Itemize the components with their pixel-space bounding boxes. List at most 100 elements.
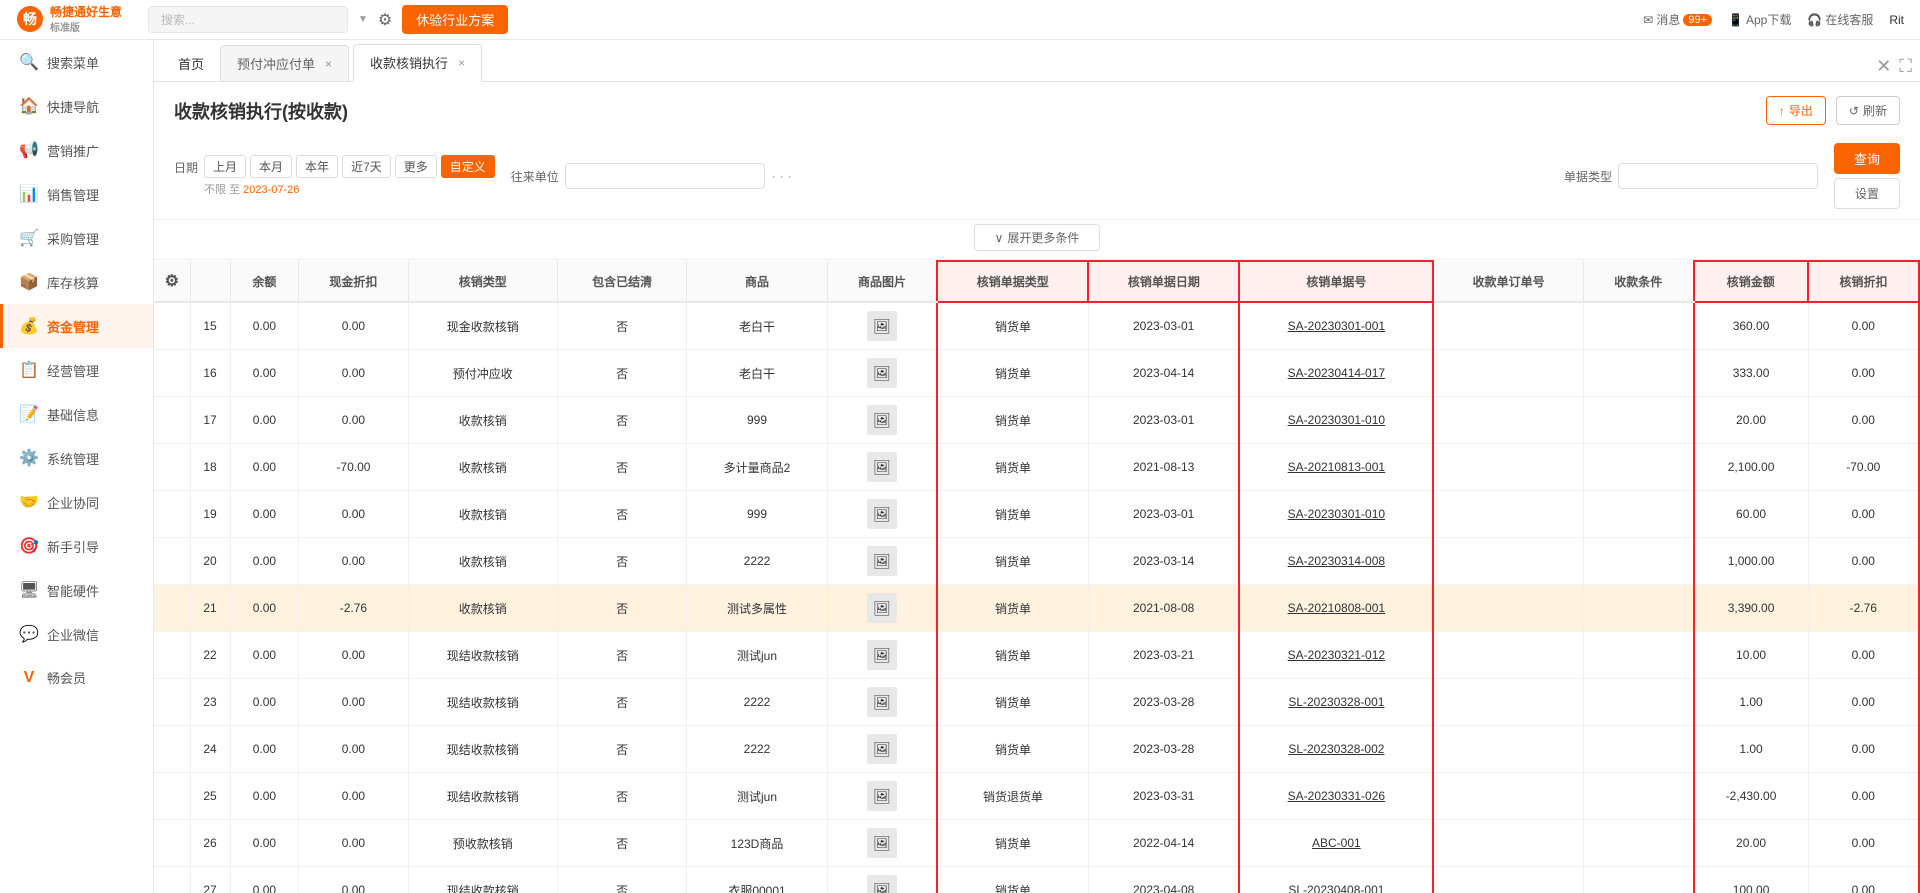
td-writeoff-bill-no[interactable]: SL-20230328-002 bbox=[1239, 726, 1433, 773]
td-balance: 0.00 bbox=[230, 444, 299, 491]
sidebar-item-guide[interactable]: 🎯 新手引导 bbox=[0, 524, 153, 568]
close-tab1-icon[interactable]: × bbox=[325, 57, 332, 71]
table-row: 18 0.00 -70.00 收款核销 否 多计量商品2 🖼 销货单 2021-… bbox=[154, 444, 1919, 491]
tab-writeoff[interactable]: 收款核销执行 × bbox=[353, 44, 482, 82]
basics-icon: 📝 bbox=[19, 404, 39, 424]
export-btn[interactable]: ↑ 导出 bbox=[1766, 96, 1826, 125]
operations-icon: 📋 bbox=[19, 360, 39, 380]
close-window-icon[interactable]: ✕ bbox=[1876, 56, 1891, 77]
td-index: 23 bbox=[190, 679, 230, 726]
sidebar-item-member[interactable]: V 畅会员 bbox=[0, 656, 153, 699]
sidebar-item-system[interactable]: ⚙️ 系统管理 bbox=[0, 436, 153, 480]
sidebar-item-inventory[interactable]: 📦 库存核算 bbox=[0, 260, 153, 304]
date-more[interactable]: 更多 bbox=[395, 155, 437, 178]
filter-partner-group: 往来单位 ··· bbox=[511, 163, 1548, 189]
td-receipt-order-no bbox=[1433, 350, 1583, 397]
tab-prepay[interactable]: 预付冲应付单 × bbox=[220, 45, 349, 81]
td-settings bbox=[154, 773, 190, 820]
sidebar-item-operations[interactable]: 📋 经营管理 bbox=[0, 348, 153, 392]
td-writeoff-bill-no[interactable]: SA-20230301-010 bbox=[1239, 397, 1433, 444]
td-writeoff-amount: 20.00 bbox=[1694, 820, 1809, 867]
messages-badge: 99+ bbox=[1683, 14, 1712, 26]
td-writeoff-type: 收款核销 bbox=[408, 491, 557, 538]
tab-writeoff-label: 收款核销执行 bbox=[370, 53, 448, 72]
sidebar-item-nav[interactable]: 🏠 快捷导航 bbox=[0, 84, 153, 128]
td-receipt-order-no bbox=[1433, 585, 1583, 632]
user-name[interactable]: Rit bbox=[1889, 13, 1904, 27]
td-writeoff-bill-no[interactable]: SA-20210808-001 bbox=[1239, 585, 1433, 632]
settings-btn[interactable]: 设置 bbox=[1834, 178, 1900, 209]
th-cash-discount: 现金折扣 bbox=[299, 261, 408, 302]
date-this-year[interactable]: 本年 bbox=[296, 155, 338, 178]
date-7days[interactable]: 近7天 bbox=[342, 155, 391, 178]
expand-more-btn[interactable]: ∨ 展开更多条件 bbox=[974, 224, 1101, 251]
sidebar-item-collab[interactable]: 🤝 企业协同 bbox=[0, 480, 153, 524]
page-header-actions: ↑ 导出 ↺ 刷新 bbox=[1766, 96, 1900, 125]
td-balance: 0.00 bbox=[230, 397, 299, 444]
td-writeoff-amount: 100.00 bbox=[1694, 867, 1809, 893]
td-product-img: 🖼 bbox=[827, 820, 937, 867]
dropdown-arrow-icon[interactable]: ▼ bbox=[358, 14, 368, 25]
table-row: 23 0.00 0.00 现结收款核销 否 2222 🖼 销货单 2023-03… bbox=[154, 679, 1919, 726]
refresh-btn[interactable]: ↺ 刷新 bbox=[1836, 96, 1900, 125]
td-writeoff-bill-no[interactable]: SL-20230408-001 bbox=[1239, 867, 1433, 893]
sidebar-item-label: 营销推广 bbox=[47, 141, 99, 160]
sidebar-item-finance[interactable]: 💰 资金管理 bbox=[0, 304, 153, 348]
sidebar-item-hardware[interactable]: 🖥 智能硬件 bbox=[0, 568, 153, 612]
sidebar-item-basics[interactable]: 📝 基础信息 bbox=[0, 392, 153, 436]
industry-btn[interactable]: 休验行业方案 bbox=[402, 5, 508, 34]
sidebar-item-purchase[interactable]: 🛒 采购管理 bbox=[0, 216, 153, 260]
td-writeoff-bill-no[interactable]: SA-20230321-012 bbox=[1239, 632, 1433, 679]
td-product-img: 🖼 bbox=[827, 538, 937, 585]
messages-btn[interactable]: ✉ 消息 99+ bbox=[1643, 11, 1712, 28]
expand-window-icon[interactable]: ⛶ bbox=[1899, 56, 1912, 77]
td-writeoff-type: 现结收款核销 bbox=[408, 726, 557, 773]
td-writeoff-bill-date: 2023-04-14 bbox=[1088, 350, 1239, 397]
td-receipt-order-no bbox=[1433, 679, 1583, 726]
gear-icon[interactable]: ⚙ bbox=[378, 10, 392, 30]
table-container[interactable]: ⚙ 余额 现金折扣 核销类型 包含已结清 商品 商品图片 核销单据类型 核销单据… bbox=[154, 260, 1920, 893]
tab-home[interactable]: 首页 bbox=[162, 46, 220, 81]
sidebar-item-search[interactable]: 🔍 搜索菜单 bbox=[0, 40, 153, 84]
date-this-month[interactable]: 本月 bbox=[250, 155, 292, 178]
td-writeoff-type: 预收款核销 bbox=[408, 820, 557, 867]
td-writeoff-amount: 1.00 bbox=[1694, 679, 1809, 726]
sidebar-item-marketing[interactable]: 📢 营销推广 bbox=[0, 128, 153, 172]
partner-input[interactable] bbox=[565, 163, 765, 189]
td-writeoff-bill-date: 2023-03-31 bbox=[1088, 773, 1239, 820]
bill-type-select[interactable] bbox=[1618, 163, 1818, 189]
td-writeoff-bill-no[interactable]: SA-20230301-001 bbox=[1239, 302, 1433, 350]
search-bar[interactable]: 搜索... bbox=[148, 6, 348, 33]
app-download-btn[interactable]: 📱 App下载 bbox=[1728, 11, 1791, 28]
sidebar-item-label: 库存核算 bbox=[47, 273, 99, 292]
td-include-settled: 否 bbox=[557, 679, 686, 726]
td-index: 18 bbox=[190, 444, 230, 491]
td-writeoff-bill-no[interactable]: SA-20230314-008 bbox=[1239, 538, 1433, 585]
settings-icon[interactable]: ⚙ bbox=[165, 273, 179, 290]
td-writeoff-discount: 0.00 bbox=[1808, 350, 1919, 397]
td-receipt-condition bbox=[1584, 397, 1694, 444]
td-writeoff-bill-no[interactable]: ABC-001 bbox=[1239, 820, 1433, 867]
td-writeoff-bill-no[interactable]: SA-20230414-017 bbox=[1239, 350, 1433, 397]
td-writeoff-bill-no[interactable]: SA-20210813-001 bbox=[1239, 444, 1433, 491]
date-custom[interactable]: 自定义 bbox=[441, 155, 495, 178]
data-table: ⚙ 余额 现金折扣 核销类型 包含已结清 商品 商品图片 核销单据类型 核销单据… bbox=[154, 260, 1920, 893]
td-writeoff-bill-no[interactable]: SL-20230328-001 bbox=[1239, 679, 1433, 726]
td-balance: 0.00 bbox=[230, 491, 299, 538]
td-settings bbox=[154, 867, 190, 893]
td-writeoff-bill-no[interactable]: SA-20230301-010 bbox=[1239, 491, 1433, 538]
sidebar-item-wechat[interactable]: 💬 企业微信 bbox=[0, 612, 153, 656]
close-tab2-icon[interactable]: × bbox=[458, 56, 465, 70]
td-balance: 0.00 bbox=[230, 773, 299, 820]
td-writeoff-bill-type: 销货单 bbox=[937, 726, 1088, 773]
query-btn[interactable]: 查询 bbox=[1834, 143, 1900, 174]
sidebar-item-sales[interactable]: 📊 销售管理 bbox=[0, 172, 153, 216]
td-writeoff-bill-type: 销货单 bbox=[937, 820, 1088, 867]
date-last-month[interactable]: 上月 bbox=[204, 155, 246, 178]
td-receipt-condition bbox=[1584, 820, 1694, 867]
td-product-img: 🖼 bbox=[827, 679, 937, 726]
online-service-btn[interactable]: 🎧 在线客服 bbox=[1807, 11, 1873, 28]
td-writeoff-discount: 0.00 bbox=[1808, 820, 1919, 867]
td-writeoff-bill-no[interactable]: SA-20230331-026 bbox=[1239, 773, 1433, 820]
td-writeoff-type: 现结收款核销 bbox=[408, 867, 557, 893]
